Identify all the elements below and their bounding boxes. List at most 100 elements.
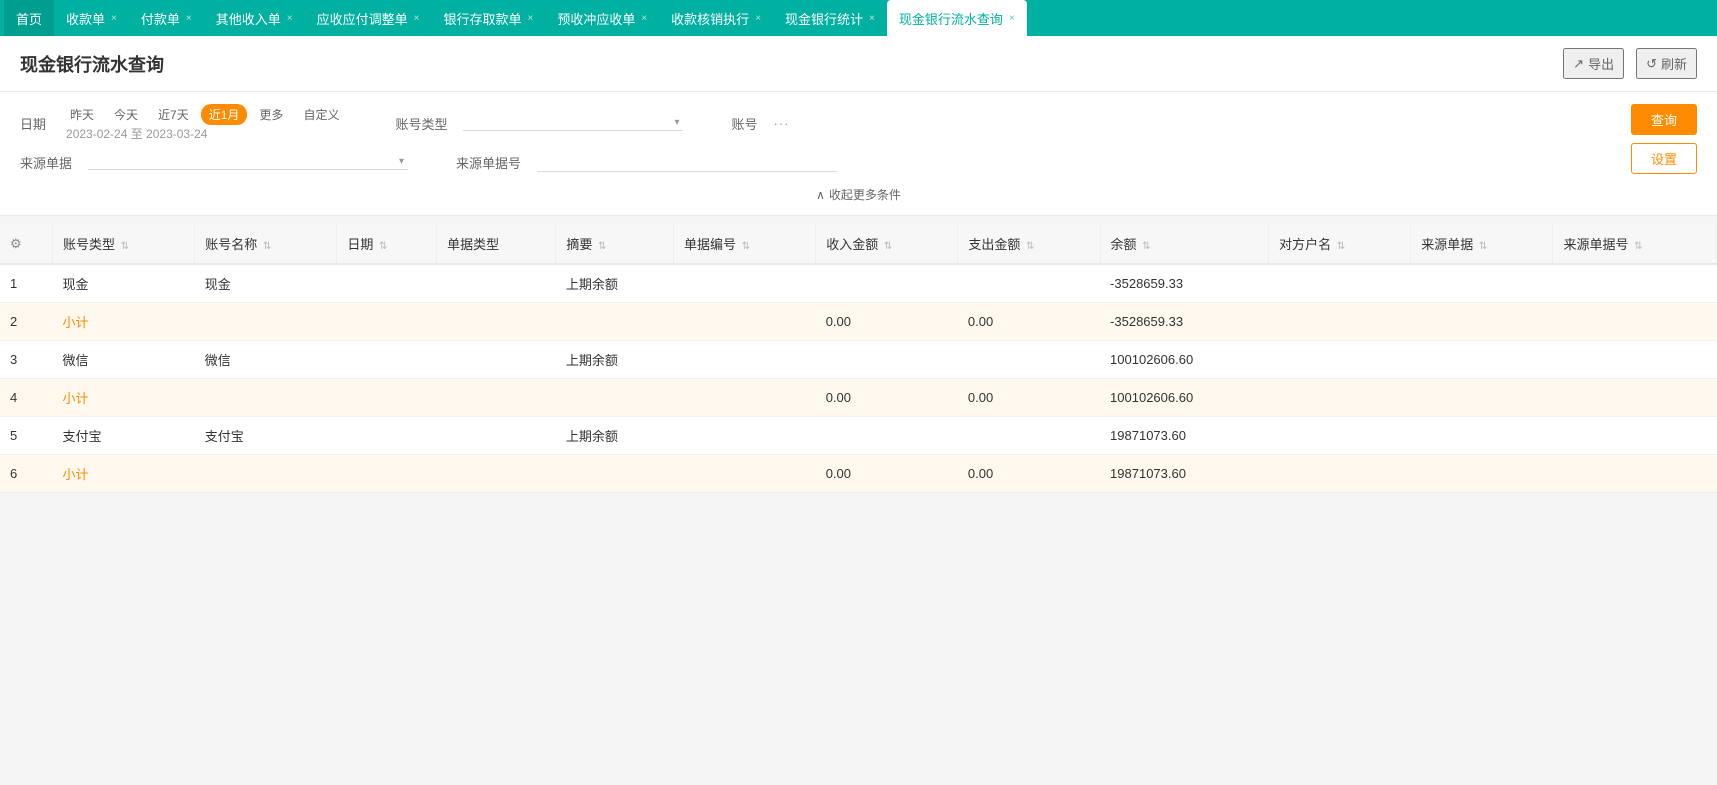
table-cell — [437, 379, 556, 417]
refresh-button[interactable]: ↺ 刷新 — [1636, 48, 1697, 79]
nav-home[interactable]: 首页 — [4, 0, 54, 36]
col-source-doc[interactable]: 来源单据 ⇅ — [1411, 224, 1553, 264]
date-label: 日期 — [20, 114, 46, 133]
col-source-doc-no[interactable]: 来源单据号 ⇅ — [1553, 224, 1717, 264]
source-doc-no-input[interactable] — [537, 152, 837, 172]
date-opt-custom[interactable]: 自定义 — [295, 104, 347, 125]
table-cell — [958, 264, 1100, 303]
source-doc-select[interactable]: ▾ — [88, 154, 408, 170]
export-button[interactable]: ↗ 导出 — [1563, 48, 1624, 79]
nav-tab-7[interactable]: 收款核销执行 × — [659, 0, 773, 36]
filter-top-row: 日期 昨天 今天 近7天 近1月 更多 自定义 2023-02-24 至 202… — [20, 104, 1697, 182]
col-expense[interactable]: 支出金额 ⇅ — [958, 224, 1100, 264]
collapse-bar[interactable]: ∧ 收起更多条件 — [20, 182, 1697, 207]
table-header-row: ⚙ 账号类型 ⇅ 账号名称 ⇅ 日期 ⇅ 单据类型 摘要 ⇅ 单据编号 ⇅ — [0, 224, 1717, 264]
table-row[interactable]: 2小计0.000.00-3528659.33 — [0, 303, 1717, 341]
nav-tab-8[interactable]: 现金银行统计 × — [773, 0, 887, 36]
nav-tab-5-label: 银行存取款单 — [443, 9, 521, 28]
table-cell — [437, 341, 556, 379]
query-button[interactable]: 查询 — [1631, 104, 1697, 135]
sort-balance-icon: ⇅ — [1142, 241, 1150, 252]
nav-tab-4-label: 应收应付调整单 — [317, 9, 408, 28]
col-doc-no[interactable]: 单据编号 ⇅ — [674, 224, 816, 264]
col-counterparty[interactable]: 对方户名 ⇅ — [1269, 224, 1411, 264]
nav-tab-3[interactable]: 其他收入单 × — [204, 0, 305, 36]
table-cell: 支付宝 — [53, 417, 195, 455]
gear-icon[interactable]: ⚙ — [10, 236, 22, 251]
table-cell: 上期余额 — [556, 417, 674, 455]
nav-tab-2-close[interactable]: × — [186, 13, 192, 24]
table-row[interactable]: 5支付宝支付宝上期余额19871073.60 — [0, 417, 1717, 455]
table-cell — [674, 379, 816, 417]
refresh-icon: ↺ — [1646, 56, 1657, 72]
table-cell — [958, 341, 1100, 379]
table-row[interactable]: 4小计0.000.00100102606.60 — [0, 379, 1717, 417]
sort-source-doc-no-icon: ⇅ — [1634, 241, 1642, 252]
col-account-type[interactable]: 账号类型 ⇅ — [53, 224, 195, 264]
page-header: 现金银行流水查询 ↗ 导出 ↺ 刷新 — [0, 36, 1717, 92]
table-cell: 微信 — [53, 341, 195, 379]
table-row[interactable]: 1现金现金上期余额-3528659.33 — [0, 264, 1717, 303]
nav-tab-9-close[interactable]: × — [1009, 13, 1015, 24]
table-cell: 小计 — [53, 455, 195, 493]
table-cell — [1269, 341, 1411, 379]
table-cell: 小计 — [53, 379, 195, 417]
nav-tab-3-close[interactable]: × — [287, 13, 293, 24]
settings-button[interactable]: 设置 — [1631, 143, 1697, 174]
nav-tab-6[interactable]: 预收冲应收单 × — [545, 0, 659, 36]
sort-counterparty-icon: ⇅ — [1337, 241, 1345, 252]
filter-left: 日期 昨天 今天 近7天 近1月 更多 自定义 2023-02-24 至 202… — [20, 104, 1631, 182]
table-cell — [1269, 417, 1411, 455]
table-cell — [437, 417, 556, 455]
nav-tab-9[interactable]: 现金银行流水查询 × — [887, 0, 1027, 36]
nav-tab-4[interactable]: 应收应付调整单 × — [305, 0, 432, 36]
nav-tab-1[interactable]: 收款单 × — [54, 0, 129, 36]
table-cell: -3528659.33 — [1100, 264, 1269, 303]
sort-account-name-icon: ⇅ — [263, 241, 271, 252]
table-cell — [337, 303, 437, 341]
sort-expense-icon: ⇅ — [1026, 241, 1034, 252]
account-type-select[interactable]: ▾ — [463, 115, 683, 131]
date-opt-yesterday[interactable]: 昨天 — [62, 104, 102, 125]
data-table: ⚙ 账号类型 ⇅ 账号名称 ⇅ 日期 ⇅ 单据类型 摘要 ⇅ 单据编号 ⇅ — [0, 224, 1717, 493]
nav-tab-2[interactable]: 付款单 × — [129, 0, 204, 36]
col-account-name[interactable]: 账号名称 ⇅ — [195, 224, 337, 264]
col-summary[interactable]: 摘要 ⇅ — [556, 224, 674, 264]
account-label: 账号 — [731, 114, 757, 133]
account-ellipsis-button[interactable]: ··· — [773, 116, 789, 131]
table-cell — [816, 341, 958, 379]
table-cell — [1411, 417, 1553, 455]
nav-tab-1-close[interactable]: × — [111, 13, 117, 24]
date-opt-7days[interactable]: 近7天 — [150, 104, 197, 125]
col-gear[interactable]: ⚙ — [0, 224, 53, 264]
table-cell: 19871073.60 — [1100, 417, 1269, 455]
table-cell — [674, 455, 816, 493]
source-doc-label: 来源单据 — [20, 153, 72, 172]
table-row[interactable]: 6小计0.000.0019871073.60 — [0, 455, 1717, 493]
table-cell — [337, 455, 437, 493]
table-cell: 0.00 — [958, 303, 1100, 341]
refresh-label: 刷新 — [1661, 54, 1687, 73]
date-range-display: 2023-02-24 至 2023-03-24 — [66, 125, 347, 142]
col-date[interactable]: 日期 ⇅ — [337, 224, 437, 264]
nav-tab-6-close[interactable]: × — [641, 13, 647, 24]
table-cell — [337, 379, 437, 417]
col-balance[interactable]: 余额 ⇅ — [1100, 224, 1269, 264]
nav-tab-5[interactable]: 银行存取款单 × — [431, 0, 545, 36]
date-opt-1month[interactable]: 近1月 — [201, 104, 248, 125]
table-cell — [337, 341, 437, 379]
table-body: 1现金现金上期余额-3528659.332小计0.000.00-3528659.… — [0, 264, 1717, 493]
table-row[interactable]: 3微信微信上期余额100102606.60 — [0, 341, 1717, 379]
nav-tab-5-close[interactable]: × — [527, 13, 533, 24]
date-opt-more[interactable]: 更多 — [251, 104, 291, 125]
date-opt-today[interactable]: 今天 — [106, 104, 146, 125]
col-income[interactable]: 收入金额 ⇅ — [816, 224, 958, 264]
nav-tab-4-close[interactable]: × — [414, 13, 420, 24]
table-cell — [816, 417, 958, 455]
nav-tab-8-close[interactable]: × — [869, 13, 875, 24]
table-cell: 100102606.60 — [1100, 379, 1269, 417]
table-cell — [958, 417, 1100, 455]
table-cell — [556, 455, 674, 493]
table-cell — [1411, 341, 1553, 379]
nav-tab-7-close[interactable]: × — [755, 13, 761, 24]
